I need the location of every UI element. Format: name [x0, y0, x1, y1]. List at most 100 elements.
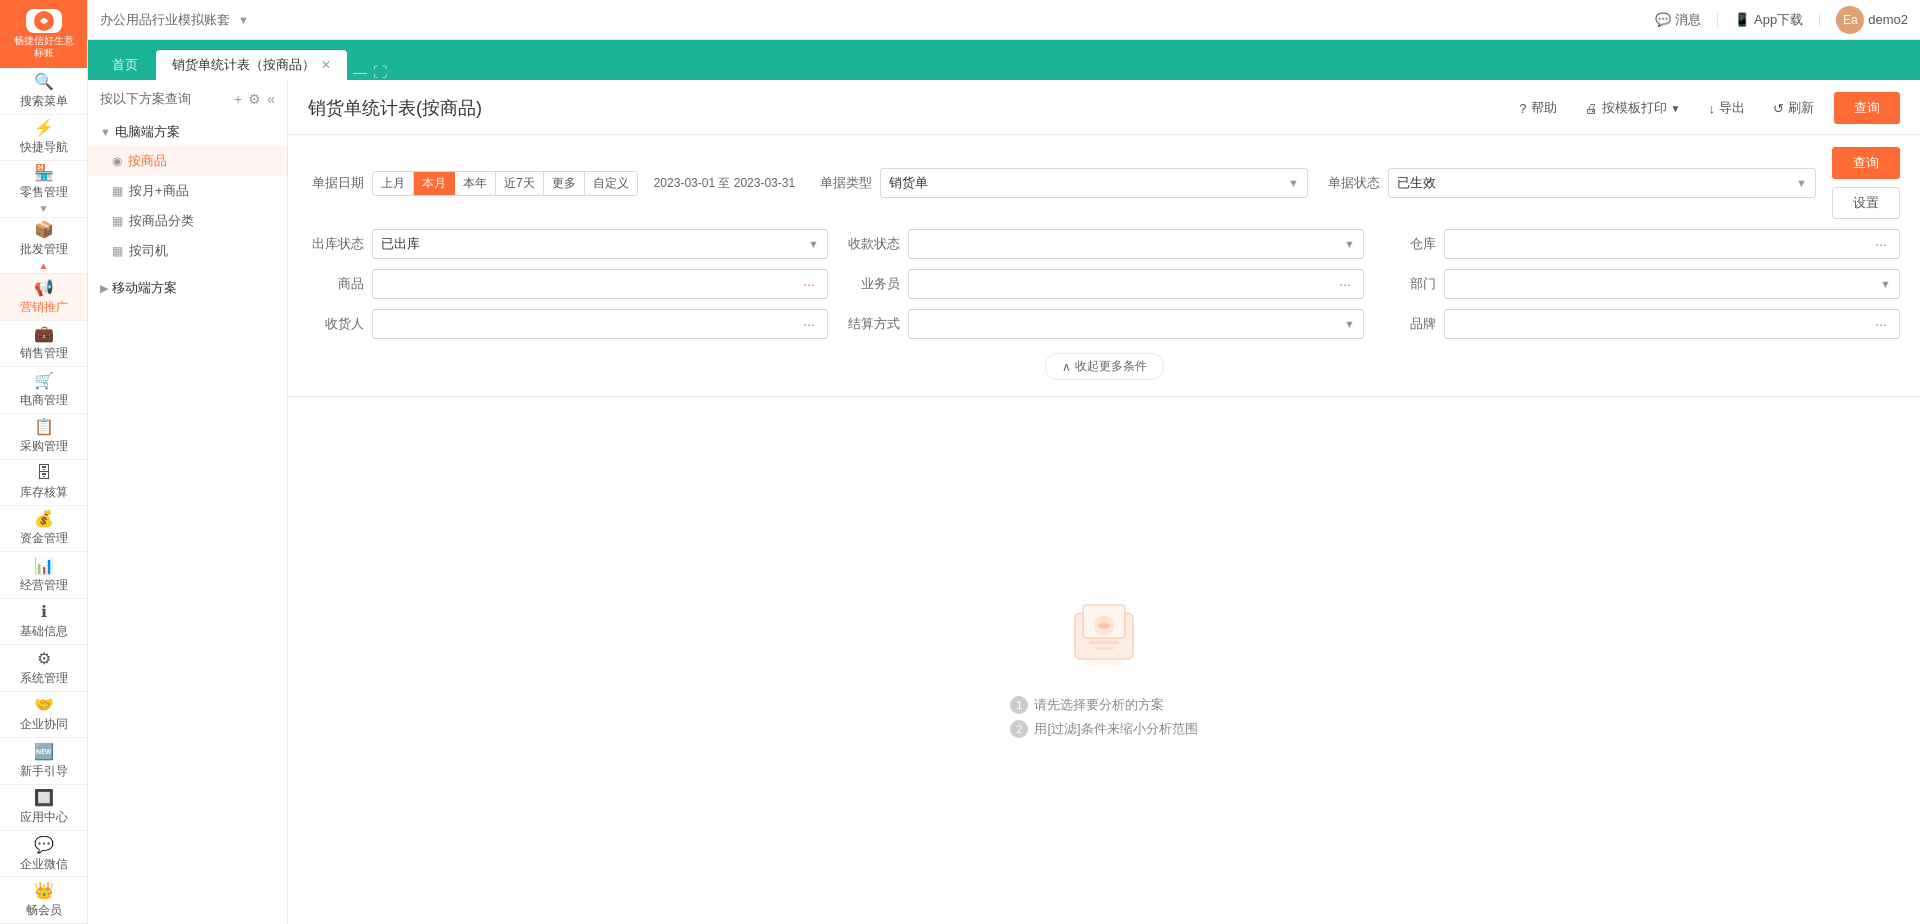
logo-area: 畅捷信好生意 标账 — [0, 0, 87, 68]
paymentstatus-select[interactable]: ▼ — [908, 229, 1364, 259]
salesperson-dots[interactable]: ··· — [1335, 276, 1355, 292]
outstatus-select[interactable]: 已出库 ▼ — [372, 229, 828, 259]
brand-label: 品牌 — [1380, 315, 1436, 333]
sidebar-item-operations-label: 经营管理 — [20, 577, 68, 594]
empty-tip-2: 2 用[过滤]条件来缩小分析范围 — [1010, 720, 1197, 738]
ecommerce-icon: 🛒 — [34, 371, 54, 390]
salesperson-select[interactable]: ··· — [908, 269, 1364, 299]
sidebar-item-guide[interactable]: 🆕 新手引导 — [0, 738, 87, 784]
query-button[interactable]: 查询 — [1834, 92, 1900, 124]
app-download-label: App下载 — [1754, 11, 1803, 29]
department-select[interactable]: ▼ — [1444, 269, 1900, 299]
tab-sales-stat[interactable]: 销货单统计表（按商品） ✕ — [156, 50, 347, 80]
procurement-icon: 📋 — [34, 417, 54, 436]
warehouse-dots[interactable]: ··· — [1871, 236, 1891, 252]
settings-button[interactable]: 设置 — [1832, 187, 1900, 219]
sidebar-item-retail-label: 零售管理 — [20, 184, 68, 201]
sidebar-item-sales[interactable]: 💼 销售管理 — [0, 321, 87, 367]
print-btn[interactable]: 🖨 按模板打印 ▼ — [1577, 95, 1689, 121]
collapse-panel-icon[interactable]: « — [267, 91, 275, 107]
export-label: 导出 — [1719, 99, 1745, 117]
export-btn[interactable]: ↓ 导出 — [1701, 95, 1754, 121]
add-scheme-icon[interactable]: + — [234, 91, 242, 107]
sidebar-item-enterprise-label: 企业协同 — [20, 716, 68, 733]
industry-selector-label[interactable]: 办公用品行业模拟账套 — [100, 11, 230, 29]
messages-label: 消息 — [1675, 11, 1701, 29]
sidebar-item-enterprise[interactable]: 🤝 企业协同 — [0, 692, 87, 738]
scheme-item-by-product[interactable]: ◉ 按商品 — [88, 146, 287, 176]
date-tab-this-year[interactable]: 本年 — [455, 172, 496, 195]
by-category-icon: ▦ — [112, 214, 123, 228]
by-month-product-icon: ▦ — [112, 184, 123, 198]
sidebar-item-ecommerce[interactable]: 🛒 电商管理 — [0, 367, 87, 413]
settings-scheme-icon[interactable]: ⚙ — [248, 91, 261, 107]
pc-group-label: 电脑端方案 — [115, 123, 180, 141]
search-icon: 🔍 — [34, 72, 54, 91]
messages-btn[interactable]: 💬 消息 — [1655, 11, 1701, 29]
goods-dots[interactable]: ··· — [799, 276, 819, 292]
date-tab-custom[interactable]: 自定义 — [585, 172, 637, 195]
sidebar-item-member[interactable]: 👑 畅会员 — [0, 877, 87, 923]
scheme-group-mobile-header[interactable]: ▶ 移动端方案 — [88, 274, 287, 302]
query-settings-btns: 查询 设置 — [1832, 147, 1900, 219]
tab-sales-stat-label: 销货单统计表（按商品） — [172, 56, 315, 74]
logo-icon — [26, 9, 62, 33]
sidebar-item-member-label: 畅会员 — [26, 902, 62, 919]
sidebar-item-marketing[interactable]: 📢 营销推广 — [0, 274, 87, 320]
filter-row-2: 出库状态 已出库 ▼ 收款状态 ▼ 仓库 — [308, 229, 1900, 259]
scheme-item-by-category[interactable]: ▦ 按商品分类 — [88, 206, 287, 236]
receiver-select[interactable]: ··· — [372, 309, 828, 339]
tab-maximize-icon[interactable]: ⛶ — [373, 64, 387, 80]
tab-close-icon[interactable]: ✕ — [321, 58, 331, 72]
help-btn[interactable]: ? 帮助 — [1511, 95, 1564, 121]
sidebar-item-retail[interactable]: 🏪 零售管理 ▼ — [0, 161, 87, 218]
sidebar-item-quick-nav[interactable]: ⚡ 快捷导航 — [0, 115, 87, 161]
paymentstatus-arrow: ▼ — [1344, 238, 1355, 250]
collapse-btn[interactable]: ∧ 收起更多条件 — [1045, 353, 1164, 380]
app-download-btn[interactable]: 📱 App下载 — [1734, 11, 1803, 29]
scheme-group-mobile: ▶ 移动端方案 — [88, 270, 287, 306]
doctype-arrow: ▼ — [1288, 177, 1299, 189]
main-area: 办公用品行业模拟账套 ▼ 💬 消息 📱 App下载 Ea demo2 首页 — [88, 0, 1920, 924]
date-tab-this-month[interactable]: 本月 — [414, 172, 455, 195]
sidebar-item-sales-label: 销售管理 — [20, 345, 68, 362]
sidebar-item-appstore[interactable]: 🔲 应用中心 — [0, 785, 87, 831]
sidebar-item-inventory[interactable]: 🗄 库存核算 — [0, 460, 87, 506]
brand-select[interactable]: ··· — [1444, 309, 1900, 339]
tab-minimize-icon[interactable]: — — [353, 64, 367, 80]
query-button-2[interactable]: 查询 — [1832, 147, 1900, 179]
user-name: demo2 — [1868, 12, 1908, 27]
svg-point-6 — [1083, 659, 1125, 667]
scheme-group-pc-header[interactable]: ▼ 电脑端方案 — [88, 118, 287, 146]
refresh-btn[interactable]: ↺ 刷新 — [1765, 95, 1822, 121]
receiver-dots[interactable]: ··· — [799, 316, 819, 332]
sidebar-item-wholesale[interactable]: 📦 批发管理 ▲ — [0, 218, 87, 275]
subtitle-text: 标账 — [34, 47, 54, 59]
date-tab-7-days[interactable]: 近7天 — [496, 172, 544, 195]
date-tab-more[interactable]: 更多 — [544, 172, 585, 195]
sidebar-item-procurement[interactable]: 📋 采购管理 — [0, 414, 87, 460]
warehouse-select[interactable]: ··· — [1444, 229, 1900, 259]
filter-salesperson-field: 业务员 ··· — [844, 269, 1364, 299]
sidebar-item-wholesale-label: 批发管理 — [20, 241, 68, 258]
scheme-item-by-month-product[interactable]: ▦ 按月+商品 — [88, 176, 287, 206]
doctype-select[interactable]: 销货单 ▼ — [880, 168, 1308, 198]
scheme-item-by-cashier[interactable]: ▦ 按司机 — [88, 236, 287, 266]
sidebar-item-search[interactable]: 🔍 搜索菜单 — [0, 68, 87, 114]
sidebar-item-operations[interactable]: 📊 经营管理 — [0, 552, 87, 598]
docstatus-select[interactable]: 已生效 ▼ — [1388, 168, 1816, 198]
payment-method-select[interactable]: ▼ — [908, 309, 1364, 339]
brand-dots[interactable]: ··· — [1871, 316, 1891, 332]
user-profile-btn[interactable]: Ea demo2 — [1836, 6, 1908, 34]
mobile-group-label: 移动端方案 — [112, 279, 177, 297]
sidebar-item-guide-label: 新手引导 — [20, 763, 68, 780]
sidebar-item-system[interactable]: ⚙ 系统管理 — [0, 645, 87, 691]
sidebar-item-wechat[interactable]: 💬 企业微信 — [0, 831, 87, 877]
date-tab-last-month[interactable]: 上月 — [373, 172, 414, 195]
sidebar-item-basic[interactable]: ℹ 基础信息 — [0, 599, 87, 645]
goods-select[interactable]: ··· — [372, 269, 828, 299]
marketing-icon: 📢 — [34, 278, 54, 297]
retail-icon: 🏪 — [34, 163, 54, 182]
tab-home[interactable]: 首页 — [96, 50, 154, 80]
sidebar-item-finance[interactable]: 💰 资金管理 — [0, 506, 87, 552]
